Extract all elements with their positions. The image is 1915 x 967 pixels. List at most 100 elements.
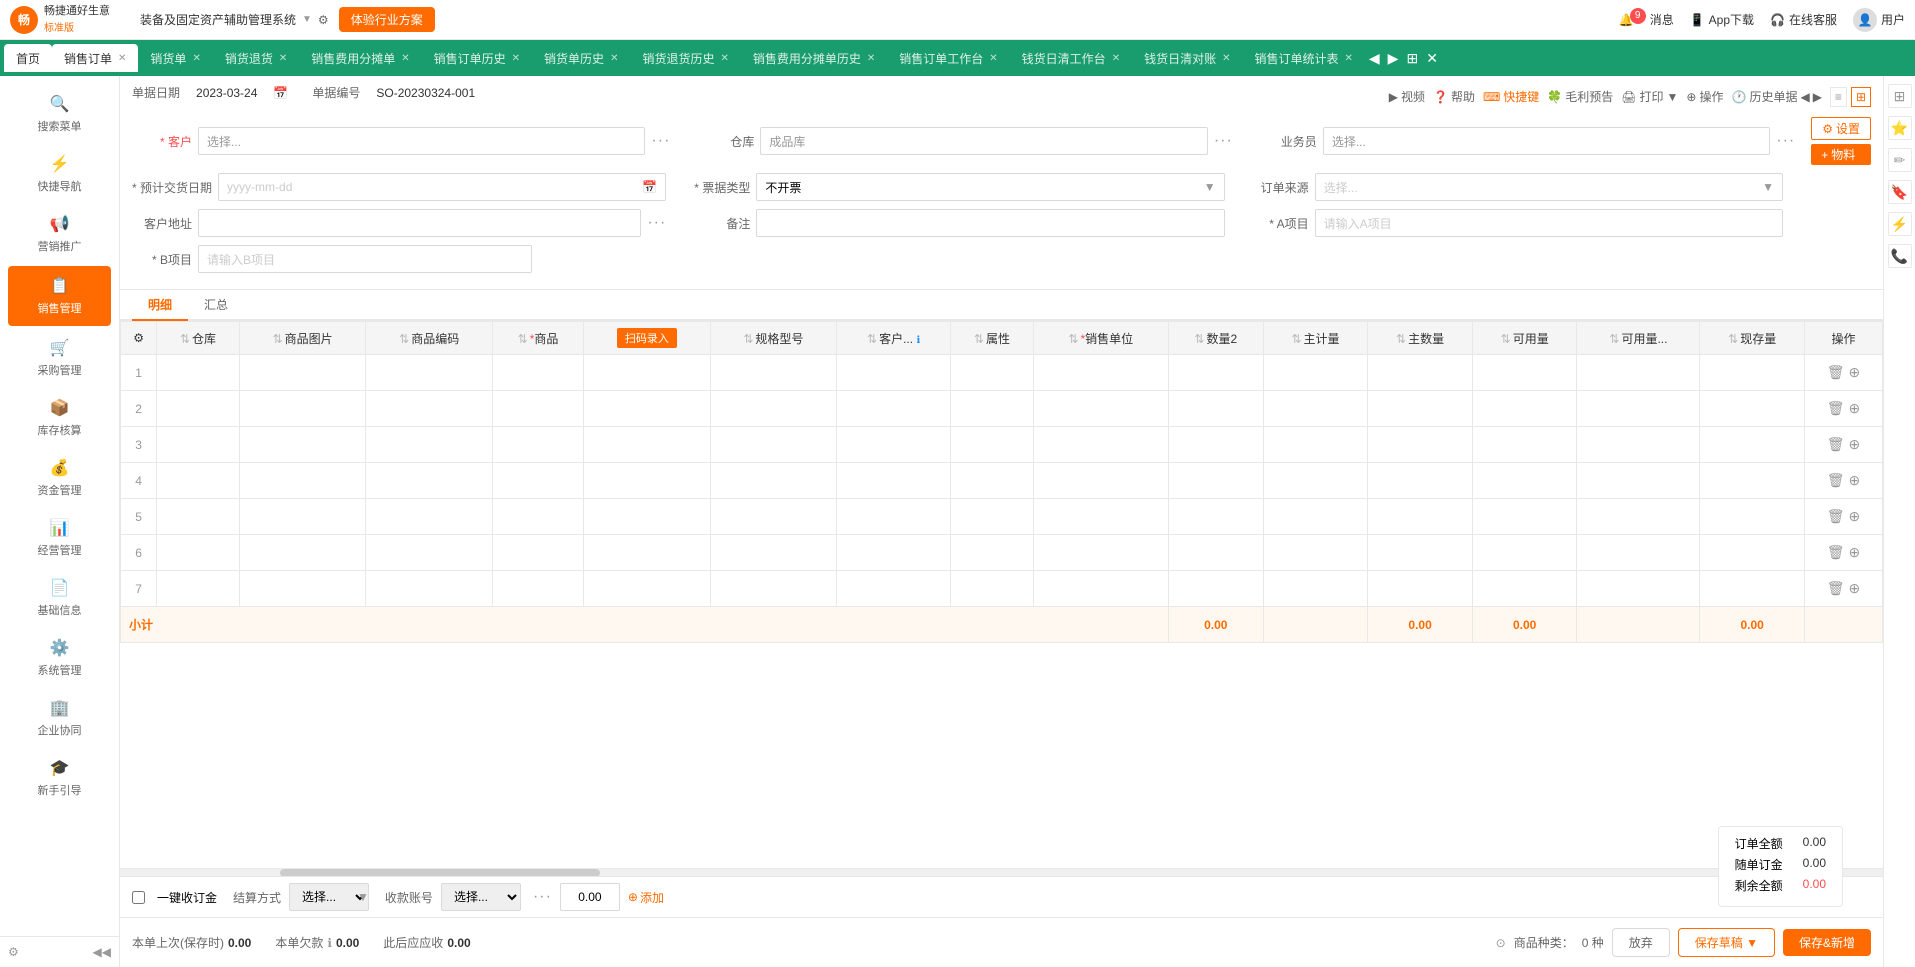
sidebar-item-quick-nav[interactable]: ⚡ 快捷导航 — [0, 144, 119, 204]
right-panel-edit-icon[interactable]: ✏ — [1888, 148, 1912, 172]
row-spec-cell[interactable] — [710, 535, 837, 571]
row-name-cell[interactable] — [492, 355, 583, 391]
row-customer-code-cell[interactable] — [837, 535, 951, 571]
tab-prev-btn[interactable]: ◀ — [1365, 50, 1384, 67]
tab-sales-fee-split[interactable]: 销售费用分摊单 ✕ — [299, 44, 421, 72]
row-warehouse-cell[interactable] — [157, 427, 240, 463]
row-delete-btn[interactable]: 🗑 — [1827, 364, 1845, 381]
row-copy-btn[interactable]: ⊕ — [1849, 472, 1861, 489]
date-calendar-icon[interactable]: 📅 — [642, 180, 657, 194]
detail-tab-detail[interactable]: 明细 — [132, 290, 188, 321]
row-customer-code-cell[interactable] — [837, 391, 951, 427]
row-attribute-cell[interactable] — [951, 355, 1034, 391]
address-input[interactable] — [198, 209, 641, 237]
account-select[interactable]: 选择... — [441, 883, 521, 911]
row-name-cell[interactable] — [492, 391, 583, 427]
row-name-cell[interactable] — [492, 499, 583, 535]
row-code-cell[interactable] — [366, 499, 493, 535]
sidebar-settings-btn[interactable]: ⚙ — [8, 945, 19, 959]
col-goods-name[interactable]: ⇅*商品 — [492, 322, 583, 355]
add-btn[interactable]: ⊕ 添加 — [628, 889, 664, 906]
tab-sales-return[interactable]: 销货单 ✕ — [138, 44, 212, 72]
tab-sales-return-history-close[interactable]: ✕ — [610, 53, 618, 64]
tab-sales-stats[interactable]: 销售订单统计表 ✕ — [1242, 44, 1364, 72]
row-delete-btn[interactable]: 🗑 — [1827, 400, 1845, 417]
row-copy-btn[interactable]: ⊕ — [1849, 436, 1861, 453]
industry-btn[interactable]: 体验行业方案 — [339, 7, 435, 32]
tab-close-all-btn[interactable]: ✕ — [1422, 50, 1442, 67]
tab-sales-workbench-close[interactable]: ✕ — [989, 53, 997, 64]
row-spec-cell[interactable] — [710, 355, 837, 391]
row-qty2-cell[interactable] — [1168, 463, 1263, 499]
invoice-type-select[interactable]: 不开票 ▼ — [756, 173, 1224, 201]
row-qty2-cell[interactable] — [1168, 355, 1263, 391]
sidebar-item-guide[interactable]: 🎓 新手引导 — [0, 748, 119, 808]
tab-sales-return-history[interactable]: 销货单历史 ✕ — [532, 44, 630, 72]
right-panel-lightning-icon[interactable]: ⚡ — [1888, 212, 1912, 236]
row-main-qty-cell[interactable] — [1368, 391, 1473, 427]
b-project-input[interactable]: 请输入B项目 — [198, 245, 532, 273]
scan-btn[interactable]: 扫码录入 — [617, 328, 677, 348]
row-warehouse-cell[interactable] — [157, 571, 240, 607]
sidebar-item-system[interactable]: ⚙️ 系统管理 — [0, 628, 119, 688]
tab-sales-order[interactable]: 销售订单 ✕ — [52, 44, 138, 72]
address-dots[interactable]: ··· — [647, 214, 666, 232]
row-copy-btn[interactable]: ⊕ — [1849, 580, 1861, 597]
system-title-arrow[interactable]: ▼ — [302, 14, 312, 25]
row-spec-cell[interactable] — [710, 391, 837, 427]
list-view-btn[interactable]: ≡ — [1830, 87, 1847, 107]
row-qty2-cell[interactable] — [1168, 535, 1263, 571]
amount-input[interactable] — [560, 883, 620, 911]
tab-sales-return-close[interactable]: ✕ — [192, 53, 200, 64]
notification-item[interactable]: 🔔 9 消息 — [1619, 11, 1674, 28]
row-delete-btn[interactable]: 🗑 — [1827, 508, 1845, 525]
row-delete-btn[interactable]: 🗑 — [1827, 544, 1845, 561]
row-attribute-cell[interactable] — [951, 391, 1034, 427]
row-main-qty-cell[interactable] — [1368, 427, 1473, 463]
sidebar-item-basic[interactable]: 📄 基础信息 — [0, 568, 119, 628]
tab-sales-order-history-close[interactable]: ✕ — [512, 53, 520, 64]
row-warehouse-cell[interactable] — [157, 499, 240, 535]
sidebar-collapse-btn[interactable]: ◀◀ — [93, 945, 111, 959]
row-warehouse-cell[interactable] — [157, 535, 240, 571]
col-goods-code[interactable]: ⇅商品编码 — [366, 322, 493, 355]
row-code-cell[interactable] — [366, 391, 493, 427]
salesperson-input[interactable]: 选择... — [1323, 127, 1770, 155]
row-warehouse-cell[interactable] — [157, 391, 240, 427]
tab-sales-refund-history[interactable]: 销货退货历史 ✕ — [630, 44, 740, 72]
row-unit-cell[interactable] — [1033, 499, 1168, 535]
save-draft-btn[interactable]: 保存草稿 ▼ — [1678, 928, 1775, 957]
col-scan-input[interactable]: 扫码录入 — [584, 322, 710, 355]
row-customer-code-cell[interactable] — [837, 499, 951, 535]
tab-sales-refund-close[interactable]: ✕ — [279, 53, 287, 64]
row-copy-btn[interactable]: ⊕ — [1849, 544, 1861, 561]
tab-sales-stats-close[interactable]: ✕ — [1345, 53, 1353, 64]
right-panel-phone-icon[interactable]: 📞 — [1888, 244, 1912, 268]
tab-cash-daily-close[interactable]: ✕ — [1112, 53, 1120, 64]
col-main-qty[interactable]: ⇅主数量 — [1368, 322, 1473, 355]
view-btn[interactable]: ▶ 视频 — [1389, 88, 1425, 105]
profit-btn[interactable]: 🍀 毛利预告 — [1547, 88, 1613, 105]
col-settings[interactable]: ⚙ — [121, 322, 157, 355]
tab-home[interactable]: 首页 — [4, 44, 52, 72]
row-spec-cell[interactable] — [710, 427, 837, 463]
row-name-cell[interactable] — [492, 571, 583, 607]
online-service-item[interactable]: 🎧 在线客服 — [1770, 11, 1837, 28]
col-main-unit[interactable]: ⇅主计量 — [1263, 322, 1368, 355]
tab-cash-daily[interactable]: 钱货日清工作台 ✕ — [1010, 44, 1132, 72]
row-main-qty-cell[interactable] — [1368, 571, 1473, 607]
col-available2[interactable]: ⇅可用量... — [1577, 322, 1700, 355]
row-main-qty-cell[interactable] — [1368, 535, 1473, 571]
row-attribute-cell[interactable] — [951, 535, 1034, 571]
tab-cash-reconcile[interactable]: 钱货日清对账 ✕ — [1132, 44, 1242, 72]
right-panel-star-icon[interactable]: ⭐ — [1888, 116, 1912, 140]
row-unit-cell[interactable] — [1033, 427, 1168, 463]
row-customer-code-cell[interactable] — [837, 427, 951, 463]
warehouse-input[interactable]: 成品库 — [760, 127, 1207, 155]
save-new-btn[interactable]: 保存&新增 — [1783, 929, 1871, 956]
settings-icon[interactable]: ⚙ — [318, 13, 329, 27]
row-name-cell[interactable] — [492, 427, 583, 463]
row-attribute-cell[interactable] — [951, 499, 1034, 535]
sidebar-item-sales-mgmt[interactable]: 📋 销售管理 — [8, 266, 111, 326]
row-qty2-cell[interactable] — [1168, 427, 1263, 463]
